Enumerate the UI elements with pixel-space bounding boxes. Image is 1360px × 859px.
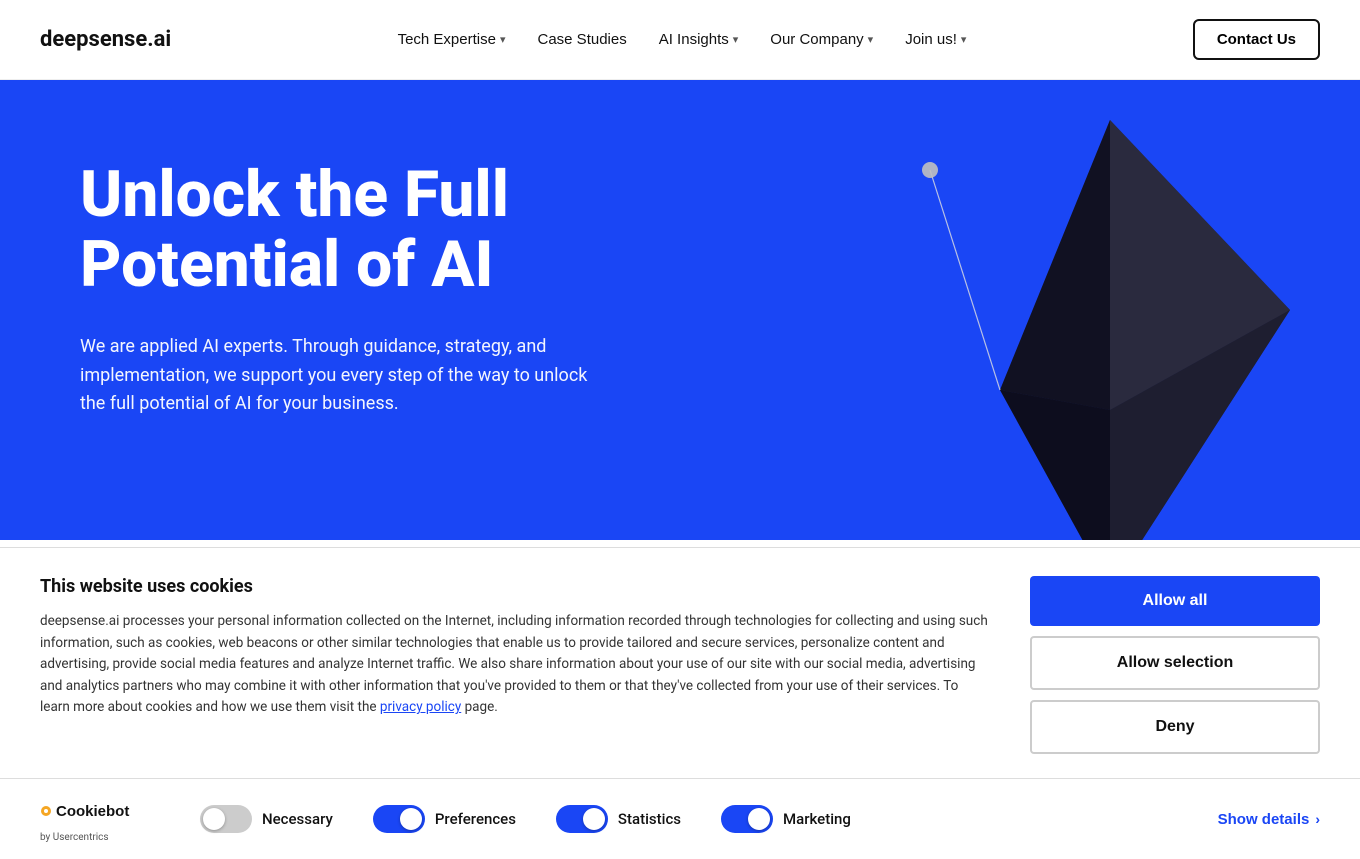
cookiebot-sub: by Usercentrics (40, 832, 109, 843)
statistics-toggle-group: Statistics (556, 805, 681, 833)
statistics-label: Statistics (618, 810, 681, 828)
privacy-policy-link[interactable]: privacy policy (380, 699, 461, 715)
svg-text:Cookiebot: Cookiebot (56, 803, 129, 820)
allow-selection-button[interactable]: Allow selection (1030, 636, 1320, 690)
preferences-toggle-group: Preferences (373, 805, 516, 833)
statistics-toggle[interactable] (556, 805, 608, 833)
cookie-top: This website uses cookies deepsense.ai p… (40, 576, 1320, 778)
cookie-content: This website uses cookies deepsense.ai p… (40, 576, 990, 719)
marketing-toggle-group: Marketing (721, 805, 851, 833)
deny-button[interactable]: Deny (1030, 700, 1320, 754)
marketing-toggle[interactable] (721, 805, 773, 833)
cookie-actions: Allow all Allow selection Deny (1030, 576, 1320, 754)
cookiebot-name: Cookiebot (40, 795, 150, 832)
cookie-overlay: This website uses cookies deepsense.ai p… (0, 0, 1360, 859)
necessary-label: Necessary (262, 810, 333, 828)
necessary-toggle[interactable] (200, 805, 252, 833)
preferences-toggle[interactable] (373, 805, 425, 833)
preferences-label: Preferences (435, 810, 516, 828)
cookie-title: This website uses cookies (40, 576, 990, 597)
necessary-toggle-group: Necessary (200, 805, 333, 833)
cookie-footer: Cookiebot by Usercentrics Necessary (40, 779, 1320, 859)
show-details-button[interactable]: Show details › (1218, 811, 1320, 828)
cookie-body: deepsense.ai processes your personal inf… (40, 611, 990, 719)
allow-all-button[interactable]: Allow all (1030, 576, 1320, 626)
marketing-label: Marketing (783, 810, 851, 828)
cookie-banner: This website uses cookies deepsense.ai p… (0, 547, 1360, 859)
cookiebot-logo: Cookiebot by Usercentrics (40, 795, 160, 843)
chevron-right-icon: › (1315, 811, 1320, 827)
